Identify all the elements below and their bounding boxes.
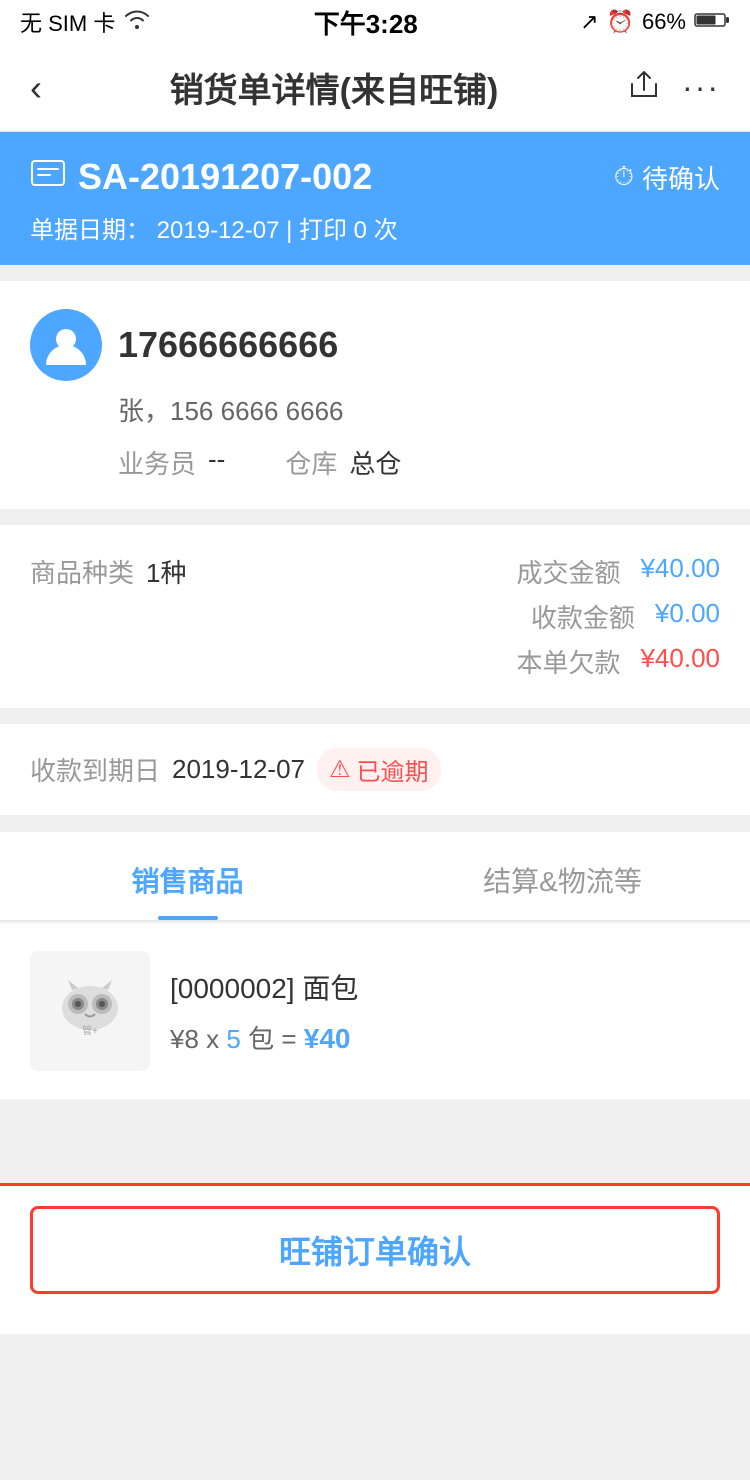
nav-actions: ··· [626,66,720,109]
order-header: SA-20191207-002 ⏱ 待确认 单据日期： 2019-12-07 |… [0,132,750,265]
battery-label: 66% [642,9,686,35]
due-section: 收款到期日 2019-12-07 ⚠ 已逾期 [0,724,750,816]
amounts: 成交金额 ¥40.00 收款金额 ¥0.00 本单欠款 ¥40.00 [516,553,720,680]
debt-label: 本单欠款 [516,643,620,680]
product-quantity: 5 [226,1024,240,1054]
order-icon [30,159,66,195]
carrier-label: 无 SIM 卡 [20,6,115,38]
customer-top: 17666666666 [30,309,720,381]
product-section: 管+ [0000002] 面包 ¥8 x 5 包 = ¥40 [0,923,750,1100]
transaction-value: ¥40.00 [640,553,720,590]
received-label: 收款金额 [531,598,635,635]
status-text: 待确认 [642,159,720,196]
summary-section: 商品种类 1种 成交金额 ¥40.00 收款金额 ¥0.00 本单欠款 ¥40.… [0,525,750,708]
location-icon: ↗ [580,9,598,35]
tab-products[interactable]: 销售商品 [0,832,375,920]
confirm-order-button[interactable]: 旺铺订单确认 [30,1206,720,1294]
product-type-value: 1种 [146,553,186,590]
confirm-btn-container: 旺铺订单确认 [0,1183,750,1334]
debt-value: ¥40.00 [640,643,720,680]
order-id-row: SA-20191207-002 ⏱ 待确认 [30,156,720,198]
nav-bar: ‹ 销货单详情(来自旺铺) ··· [0,44,750,132]
back-button[interactable]: ‹ [30,67,42,109]
sales-value: -- [208,444,225,481]
sales-meta: 业务员 -- [118,444,225,481]
page-title: 销货单详情(来自旺铺) [170,63,499,112]
debt-row: 本单欠款 ¥40.00 [516,643,720,680]
received-value: ¥0.00 [655,598,720,635]
order-id: SA-20191207-002 [78,156,372,198]
sales-label: 业务员 [118,444,196,481]
due-date-value: 2019-12-07 [172,754,305,785]
status-left: 无 SIM 卡 [20,6,151,38]
tabs-section: 销售商品 结算&物流等 [0,832,750,921]
svg-text:管+: 管+ [82,1024,98,1036]
overdue-badge: ⚠ 已逾期 [317,748,441,791]
product-info: [0000002] 面包 ¥8 x 5 包 = ¥40 [170,951,720,1071]
wifi-icon [123,9,151,35]
product-logo: 管+ [50,976,130,1046]
alarm-icon: ⏰ [607,9,634,35]
tab-settlement[interactable]: 结算&物流等 [375,832,750,920]
status-bar: 无 SIM 卡 下午3:28 ↗ ⏰ 66% [0,0,750,44]
product-image: 管+ [30,951,150,1071]
summary-row: 商品种类 1种 成交金额 ¥40.00 收款金额 ¥0.00 本单欠款 ¥40.… [30,553,720,680]
status-right: ↗ ⏰ 66% [580,9,730,35]
customer-name: 张，156 6666 6666 [118,391,720,428]
received-row: 收款金额 ¥0.00 [531,598,720,635]
product-price-row: ¥8 x 5 包 = ¥40 [170,1019,720,1056]
customer-section: 17666666666 张，156 6666 6666 业务员 -- 仓库 总仓 [0,281,750,509]
transaction-label: 成交金额 [516,553,620,590]
product-type-info: 商品种类 1种 [30,553,186,590]
status-time: 下午3:28 [314,4,418,41]
order-date: 单据日期： 2019-12-07 | 打印 0 次 [30,210,720,245]
product-name: [0000002] 面包 [170,967,720,1007]
more-button[interactable]: ··· [682,69,720,106]
overdue-text: 已逾期 [357,752,429,787]
battery-icon [694,9,730,35]
product-type-label: 商品种类 [30,553,134,590]
warehouse-value: 总仓 [349,444,401,481]
overdue-icon: ⚠ [329,755,351,784]
due-label: 收款到期日 [30,751,160,788]
warehouse-meta: 仓库 总仓 [285,444,401,481]
customer-phone: 17666666666 [118,324,338,366]
warehouse-label: 仓库 [285,444,337,481]
avatar [30,309,102,381]
order-status: ⏱ 待确认 [614,159,720,196]
share-button[interactable] [626,66,662,109]
product-item: 管+ [0000002] 面包 ¥8 x 5 包 = ¥40 [0,923,750,1100]
customer-meta: 业务员 -- 仓库 总仓 [118,444,720,481]
product-total: ¥40 [304,1023,351,1054]
status-clock-icon: ⏱ [614,161,634,193]
transaction-row: 成交金额 ¥40.00 [516,553,720,590]
